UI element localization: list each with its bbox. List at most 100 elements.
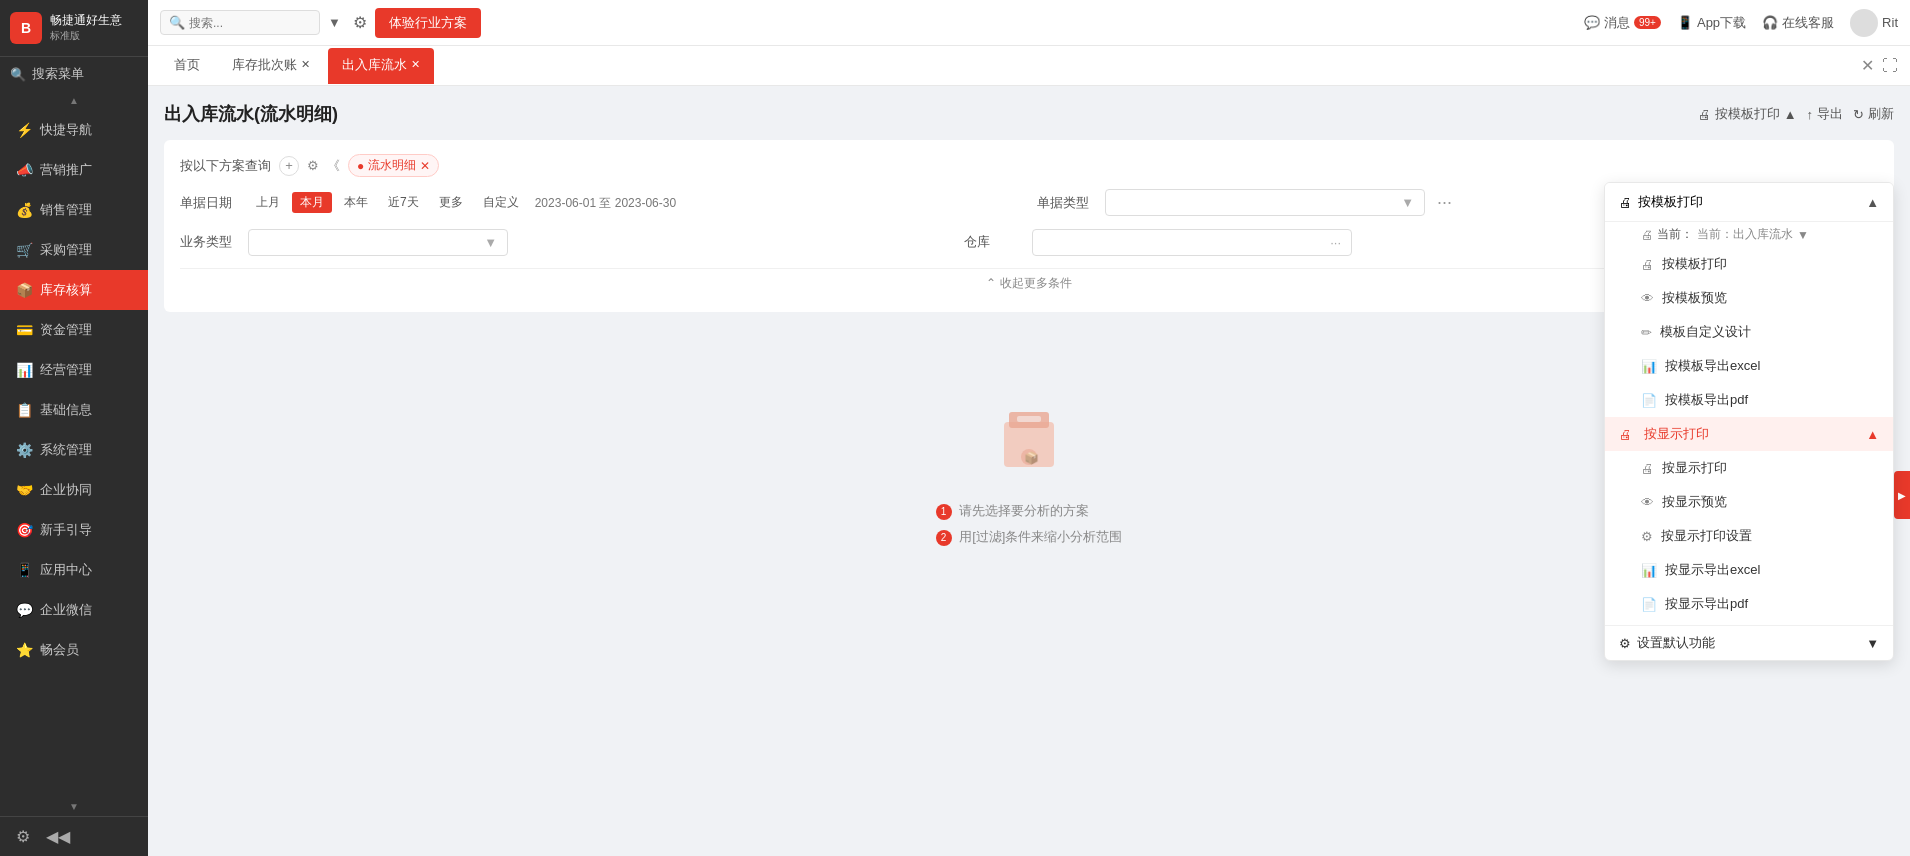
- filter-tag-close[interactable]: ✕: [420, 159, 430, 173]
- sidebar-item-app-center[interactable]: 📱 应用中心: [0, 550, 148, 590]
- sidebar-item-label: 销售管理: [40, 201, 92, 219]
- dropdown-collapse-btn[interactable]: ▲: [1866, 195, 1879, 210]
- online-service-btn[interactable]: 🎧 在线客服: [1762, 14, 1834, 32]
- sidebar-item-basic-info[interactable]: 📋 基础信息: [0, 390, 148, 430]
- dropdown-settings-default[interactable]: ⚙ 设置默认功能 ▼: [1605, 625, 1893, 660]
- tab-inventory-close-btn[interactable]: ✕: [411, 58, 420, 71]
- export-btn[interactable]: ↑ 导出: [1807, 105, 1844, 123]
- tab-inventory-flow-label: 出入库流水: [342, 56, 407, 74]
- sidebar-item-inventory[interactable]: 📦 库存核算: [0, 270, 148, 310]
- app-download-btn[interactable]: 📱 App下载: [1677, 14, 1746, 32]
- sidebar-item-guide[interactable]: 🎯 新手引导: [0, 510, 148, 550]
- dropdown-display-print[interactable]: 🖨 按显示打印: [1605, 451, 1893, 485]
- tab-batch-account[interactable]: 库存批次账 ✕: [218, 48, 324, 84]
- search-label: 搜索菜单: [32, 65, 84, 83]
- topbar-search-box[interactable]: 🔍: [160, 10, 320, 35]
- settings-icon[interactable]: ⚙: [16, 827, 30, 846]
- dropdown-display-section-header[interactable]: 🖨 按显示打印 ▲: [1605, 417, 1893, 451]
- dropdown-preview-template[interactable]: 👁 按模板预览: [1605, 281, 1893, 315]
- this-year-btn[interactable]: 本年: [336, 192, 376, 213]
- current-indicator: 🖨 当前： 当前：出入库流水 ▼: [1605, 222, 1893, 247]
- window-close-btn[interactable]: ✕: [1861, 56, 1874, 75]
- refresh-icon: ↻: [1853, 107, 1864, 122]
- filter-tag[interactable]: ● 流水明细 ✕: [348, 154, 439, 177]
- svg-rect-2: [1017, 416, 1041, 422]
- message-btn[interactable]: 💬 消息 99+: [1584, 14, 1661, 32]
- logo-icon: B: [10, 12, 42, 44]
- print-template-label: 按模板打印: [1715, 105, 1780, 123]
- topbar-dropdown-btn[interactable]: ▼: [328, 15, 341, 30]
- user-profile[interactable]: Rit: [1850, 9, 1898, 37]
- tab-inventory-flow[interactable]: 出入库流水 ✕: [328, 48, 434, 84]
- topbar-left: 🔍 ▼ ⚙ 体验行业方案: [160, 8, 1576, 38]
- item-label: 按模板导出excel: [1665, 357, 1760, 375]
- last-7days-btn[interactable]: 近7天: [380, 192, 427, 213]
- pdf-icon: 📄: [1641, 393, 1657, 408]
- current-arrow: ▼: [1797, 228, 1809, 242]
- sidebar-item-finance[interactable]: 💳 资金管理: [0, 310, 148, 350]
- sidebar-search[interactable]: 🔍 搜索菜单: [0, 57, 148, 91]
- system-icon: ⚙️: [16, 442, 32, 458]
- voucher-more-icon[interactable]: ···: [1437, 192, 1452, 213]
- sidebar-item-label: 系统管理: [40, 441, 92, 459]
- topbar-gear-icon[interactable]: ⚙: [353, 13, 367, 32]
- tab-home[interactable]: 首页: [160, 48, 214, 84]
- sidebar-item-marketing[interactable]: 📣 营销推广: [0, 150, 148, 190]
- dropdown-display-excel[interactable]: 📊 按显示导出excel: [1605, 553, 1893, 587]
- sidebar-item-operations[interactable]: 📊 经营管理: [0, 350, 148, 390]
- page-content: 出入库流水(流水明细) 🖨 按模板打印 ▲ ↑ 导出 ↻ 刷新: [148, 86, 1910, 856]
- sidebar-item-system[interactable]: ⚙️ 系统管理: [0, 430, 148, 470]
- dropdown-print-template[interactable]: 🖨 按模板打印: [1605, 247, 1893, 281]
- tab-batch-close-btn[interactable]: ✕: [301, 58, 310, 71]
- design-icon: ✏: [1641, 325, 1652, 340]
- refresh-label: 刷新: [1868, 105, 1894, 123]
- svg-text:📦: 📦: [1024, 450, 1039, 465]
- dropdown-export-pdf-template[interactable]: 📄 按模板导出pdf: [1605, 383, 1893, 417]
- topbar-right: 💬 消息 99+ 📱 App下载 🎧 在线客服 Rit: [1584, 9, 1898, 37]
- more-btn[interactable]: 更多: [431, 192, 471, 213]
- search-collapse-icon[interactable]: 《: [327, 157, 340, 175]
- sidebar-item-sales[interactable]: 💰 销售管理: [0, 190, 148, 230]
- preview-icon: 👁: [1641, 291, 1654, 306]
- settings-default-label: 设置默认功能: [1637, 634, 1715, 652]
- trial-btn[interactable]: 体验行业方案: [375, 8, 481, 38]
- right-scroll-btn[interactable]: ▶: [1894, 471, 1910, 519]
- dropdown-display-preview[interactable]: 👁 按显示预览: [1605, 485, 1893, 519]
- sidebar-item-cooperation[interactable]: 🤝 企业协同: [0, 470, 148, 510]
- print-template-header-icon: 🖨: [1619, 195, 1632, 210]
- print-template-btn[interactable]: 🖨 按模板打印 ▲: [1698, 105, 1797, 123]
- this-month-btn[interactable]: 本月: [292, 192, 332, 213]
- dropdown-export-excel-template[interactable]: 📊 按模板导出excel: [1605, 349, 1893, 383]
- warehouse-select[interactable]: ···: [1032, 229, 1352, 256]
- dropdown-panel-header: 🖨 按模板打印 ▲: [1605, 183, 1893, 222]
- scroll-up-arrow[interactable]: ▲: [0, 91, 148, 110]
- refresh-btn[interactable]: ↻ 刷新: [1853, 105, 1894, 123]
- display-settings-icon: ⚙: [1641, 529, 1653, 544]
- search-settings-icon[interactable]: ⚙: [307, 158, 319, 173]
- window-expand-btn[interactable]: ⛶: [1882, 57, 1898, 75]
- custom-btn[interactable]: 自定义: [475, 192, 527, 213]
- inventory-icon: 📦: [16, 282, 32, 298]
- sidebar-item-wechat[interactable]: 💬 企业微信: [0, 590, 148, 630]
- collapse-sidebar-icon[interactable]: ◀◀: [46, 827, 70, 846]
- sidebar-item-quick-nav[interactable]: ⚡ 快捷导航: [0, 110, 148, 150]
- dropdown-display-pdf[interactable]: 📄 按显示导出pdf: [1605, 587, 1893, 621]
- sidebar-item-label: 快捷导航: [40, 121, 92, 139]
- date-field: 单据日期 上月 本月 本年 近7天 更多 自定义 2023-06-01 至 20…: [180, 192, 1021, 213]
- tab-home-label: 首页: [174, 56, 200, 74]
- tip1: 1 请先选择要分析的方案: [936, 498, 1123, 524]
- sidebar-item-purchase[interactable]: 🛒 采购管理: [0, 230, 148, 270]
- tip2: 2 用[过滤]条件来缩小分析范围: [936, 524, 1123, 550]
- item-label: 按显示打印: [1662, 459, 1727, 477]
- topbar-search-input[interactable]: [189, 16, 299, 30]
- display-section-icon: 🖨: [1619, 427, 1632, 442]
- voucher-type-select[interactable]: ▼: [1105, 189, 1425, 216]
- dropdown-custom-template[interactable]: ✏ 模板自定义设计: [1605, 315, 1893, 349]
- wechat-icon: 💬: [16, 602, 32, 618]
- search-add-btn[interactable]: +: [279, 156, 299, 176]
- last-month-btn[interactable]: 上月: [248, 192, 288, 213]
- business-type-select[interactable]: ▼: [248, 229, 508, 256]
- sidebar-item-membership[interactable]: ⭐ 畅会员: [0, 630, 148, 670]
- scroll-down-arrow[interactable]: ▼: [0, 797, 148, 816]
- dropdown-display-print-settings[interactable]: ⚙ 按显示打印设置: [1605, 519, 1893, 553]
